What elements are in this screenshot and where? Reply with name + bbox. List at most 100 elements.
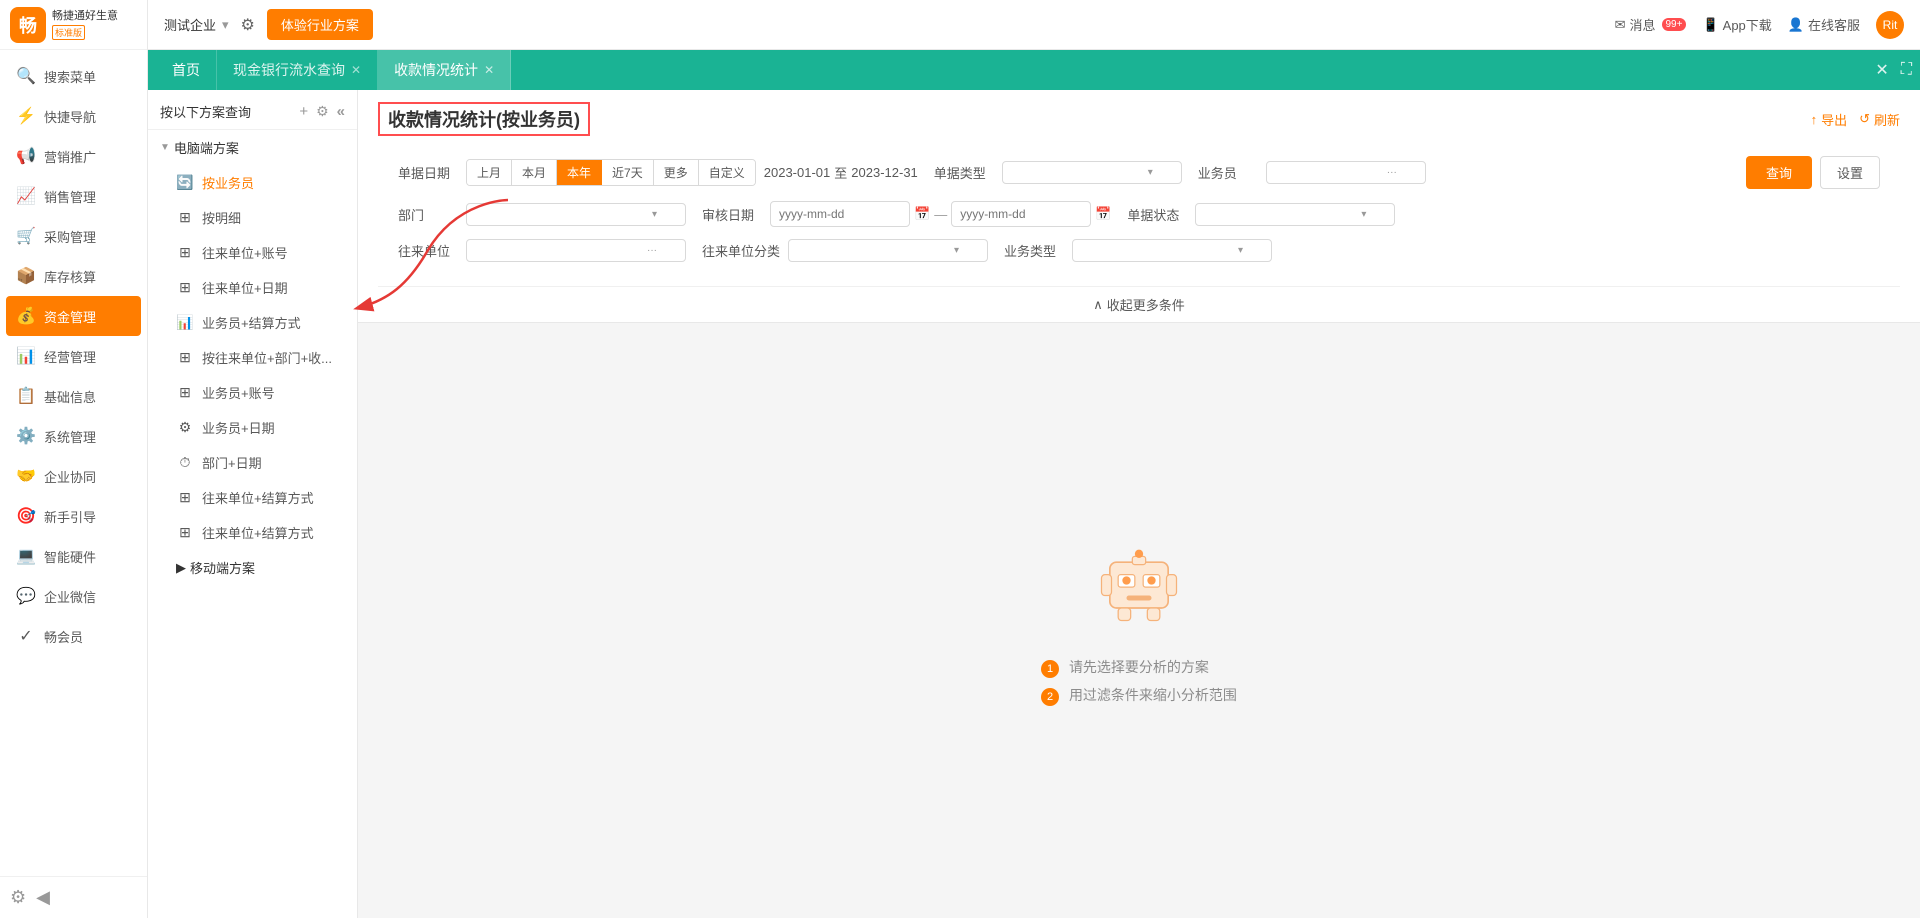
app-download-label: App下载	[1723, 15, 1772, 34]
sidebar-item-sales[interactable]: 📈 销售管理	[0, 176, 147, 216]
sidebar-collapse-icon[interactable]: ◀	[36, 887, 50, 908]
counterparty-select[interactable]: ···	[466, 239, 686, 262]
counterparty-more-icon[interactable]: ···	[647, 245, 657, 256]
scheme-add-icon[interactable]: +	[299, 103, 308, 120]
review-date-end-input[interactable]	[951, 201, 1091, 227]
scheme-item-salesperson-account[interactable]: ⊞ 业务员+账号	[148, 375, 357, 410]
service-icon: 👤	[1788, 17, 1804, 33]
guide-icon: 🎯	[16, 506, 36, 526]
scheme-item-salesperson-settlement[interactable]: 📊 业务员+结算方式	[148, 305, 357, 340]
review-date-input-group: 📅 — 📅	[770, 201, 1111, 227]
tip-number-2: 2	[1041, 688, 1059, 706]
quick-nav-icon: ⚡	[16, 106, 36, 126]
tab-home[interactable]: 首页	[156, 50, 217, 90]
sidebar-item-guide[interactable]: 🎯 新手引导	[0, 496, 147, 536]
date-tab-this-year[interactable]: 本年	[557, 160, 602, 185]
date-range-start: 2023-01-01	[764, 165, 831, 180]
phone-icon: 📱	[1702, 17, 1718, 33]
review-date-start-input[interactable]	[770, 201, 910, 227]
counterparty-category-select[interactable]: ▾	[788, 239, 988, 262]
business-type-select[interactable]: ▾	[1072, 239, 1272, 262]
calendar-icon[interactable]: 📅	[914, 206, 930, 222]
app-download-button[interactable]: 📱 App下载	[1702, 15, 1771, 34]
date-tab-custom[interactable]: 自定义	[699, 160, 755, 185]
trial-button[interactable]: 体验行业方案	[267, 9, 373, 40]
topbar-settings-icon[interactable]: ⚙	[241, 15, 255, 35]
scheme-mobile-group-header[interactable]: ▶ 移动端方案	[160, 550, 357, 585]
fullscreen-icon[interactable]: ⛶	[1901, 61, 1912, 79]
date-tab-7days[interactable]: 近7天	[602, 160, 654, 185]
scheme-collapse-icon[interactable]: «	[337, 103, 345, 120]
sidebar-settings-icon[interactable]: ⚙	[10, 887, 26, 908]
chevron-down-icon: ▾	[954, 245, 959, 256]
empty-robot-illustration	[1089, 533, 1189, 633]
date-tab-more[interactable]: 更多	[654, 160, 699, 185]
sidebar-item-label: 新手引导	[44, 507, 96, 526]
salesperson-more-icon[interactable]: ···	[1387, 167, 1397, 178]
sidebar-item-purchase[interactable]: 🛒 采购管理	[0, 216, 147, 256]
scheme-desktop-group-header[interactable]: ▼ 电脑端方案	[148, 130, 357, 165]
sidebar-item-basic[interactable]: 📋 基础信息	[0, 376, 147, 416]
tab-collection[interactable]: 收款情况统计 ✕	[378, 50, 511, 90]
right-panel: 收款情况统计(按业务员) ↑ 导出 ↺ 刷新	[358, 90, 1920, 918]
sidebar-item-member[interactable]: ✓ 畅会员	[0, 616, 147, 656]
sidebar-item-operation[interactable]: 📊 经营管理	[0, 336, 147, 376]
calendar-icon[interactable]: 📅	[1095, 206, 1111, 222]
scheme-header: 按以下方案查询 + ⚙ «	[148, 90, 357, 130]
scheme-item-unit-settlement1[interactable]: ⊞ 往来单位+结算方式	[148, 480, 357, 515]
sidebar-item-finance[interactable]: 💰 资金管理	[6, 296, 141, 336]
message-button[interactable]: ✉ 消息 99	[1615, 15, 1687, 34]
dept-select[interactable]: ▾	[466, 203, 686, 226]
settings-button[interactable]: 设置	[1820, 156, 1880, 189]
scheme-item-label: 往来单位+结算方式	[202, 523, 314, 542]
sidebar-item-inventory[interactable]: 📦 库存核算	[0, 256, 147, 296]
online-service-button[interactable]: 👤 在线客服	[1788, 15, 1860, 34]
finance-icon: 💰	[16, 306, 36, 326]
tab-collection-close-icon[interactable]: ✕	[484, 63, 494, 77]
user-avatar[interactable]: Rit	[1876, 11, 1904, 39]
query-button[interactable]: 查询	[1746, 156, 1812, 189]
sidebar-item-wechat[interactable]: 💬 企业微信	[0, 576, 147, 616]
scheme-item-salesperson-date[interactable]: ⚙ 业务员+日期	[148, 410, 357, 445]
date-tab-last-month[interactable]: 上月	[467, 160, 512, 185]
scheme-item-label: 业务员+结算方式	[202, 313, 301, 332]
scheme-header-left: 按以下方案查询	[160, 102, 251, 121]
sidebar-item-quicknav[interactable]: ⚡ 快捷导航	[0, 96, 147, 136]
scheme-item-unit-account[interactable]: ⊞ 往来单位+账号	[148, 235, 357, 270]
scheme-item-icon: ⊞	[176, 244, 194, 261]
sidebar-item-search[interactable]: 🔍 搜索菜单	[0, 56, 147, 96]
sidebar-item-hardware[interactable]: 💻 智能硬件	[0, 536, 147, 576]
scheme-item-unit-settlement2[interactable]: ⊞ 往来单位+结算方式	[148, 515, 357, 550]
sidebar-item-label: 营销推广	[44, 147, 96, 166]
sidebar-item-corp[interactable]: 🤝 企业协同	[0, 456, 147, 496]
scheme-item-label: 业务员+账号	[202, 383, 275, 402]
tab-bank-close-icon[interactable]: ✕	[351, 63, 361, 77]
scheme-item-icon: ⏱	[176, 454, 194, 471]
tip-number-1: 1	[1041, 660, 1059, 678]
close-all-icon[interactable]: ✕	[1875, 60, 1888, 80]
scheme-item-salesperson[interactable]: 🔄 按业务员	[148, 165, 357, 200]
scheme-settings-icon[interactable]: ⚙	[316, 103, 329, 120]
chevron-down-icon: ▾	[1148, 167, 1153, 178]
sidebar: 畅 畅捷通好生意 标准版 🔍 搜索菜单 ⚡ 快捷导航 📢 营销推广 📈 销售管理…	[0, 0, 148, 918]
scheme-item-detail[interactable]: ⊞ 按明细	[148, 200, 357, 235]
collapse-bar[interactable]: ∧ 收起更多条件	[378, 286, 1900, 322]
voucher-type-select[interactable]: ▾	[1002, 161, 1182, 184]
scheme-item-dept-date[interactable]: ⏱ 部门+日期	[148, 445, 357, 480]
marketing-icon: 📢	[16, 146, 36, 166]
tab-bank[interactable]: 现金银行流水查询 ✕	[217, 50, 378, 90]
salesperson-select[interactable]: ···	[1266, 161, 1426, 184]
topbar-dropdown-icon[interactable]: ▾	[222, 17, 229, 33]
scheme-header-label: 按以下方案查询	[160, 102, 251, 121]
export-button[interactable]: ↑ 导出	[1811, 110, 1848, 129]
scheme-item-unit-dept-collect[interactable]: ⊞ 按往来单位+部门+收...	[148, 340, 357, 375]
sidebar-item-marketing[interactable]: 📢 营销推广	[0, 136, 147, 176]
dept-label: 部门	[398, 205, 458, 224]
empty-tip-1: 1 请先选择要分析的方案	[1041, 653, 1237, 681]
date-tab-this-month[interactable]: 本月	[512, 160, 557, 185]
sidebar-item-system[interactable]: ⚙️ 系统管理	[0, 416, 147, 456]
scheme-item-unit-date[interactable]: ⊞ 往来单位+日期	[148, 270, 357, 305]
refresh-button[interactable]: ↺ 刷新	[1859, 110, 1900, 129]
scheme-mobile-group: ▶ 移动端方案	[148, 550, 357, 585]
voucher-status-select[interactable]: ▾	[1195, 203, 1395, 226]
